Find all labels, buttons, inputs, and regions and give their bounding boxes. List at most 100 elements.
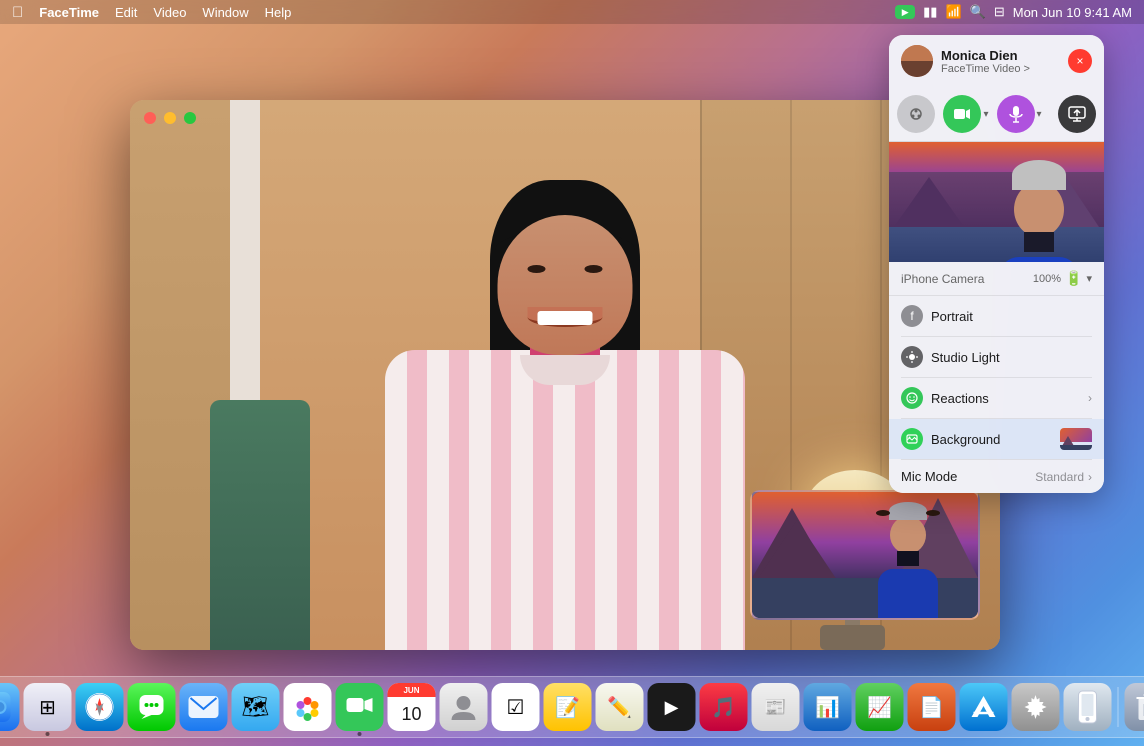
dock-icon-pages[interactable]: 📄 — [908, 683, 956, 731]
mic-mode-value: Standard — [1035, 470, 1084, 484]
studio-light-menu-item[interactable]: Studio Light — [889, 337, 1104, 377]
battery-percent: 100% — [1033, 273, 1061, 285]
screen-share-button[interactable] — [1058, 95, 1096, 133]
dock-icon-appletv[interactable]: ▶ — [648, 683, 696, 731]
reactions-icon — [901, 387, 923, 409]
video-button[interactable]: ▾ — [943, 95, 988, 133]
preview-person-body — [999, 257, 1079, 262]
facetime-window — [130, 100, 1000, 650]
background-item-left: Background — [901, 428, 1000, 450]
camera-section: iPhone Camera 100% 🔋 ▾ f Portrait — [889, 262, 1104, 493]
battery-icon-panel: 🔋 — [1065, 270, 1082, 287]
video-icon — [943, 95, 981, 133]
reactions-right: › — [1088, 391, 1092, 405]
dock-icon-iphone[interactable] — [1064, 683, 1112, 731]
dock-icon-maps[interactable]: 🗺 — [232, 683, 280, 731]
screen-share-icon — [1058, 95, 1096, 133]
dock-icon-freeform[interactable]: ✏️ — [596, 683, 644, 731]
mic-chevron: ▾ — [1037, 109, 1042, 120]
mic-mode-right: Standard › — [1035, 470, 1092, 484]
mic-mode-menu-item[interactable]: Mic Mode Standard › — [889, 460, 1104, 493]
dock-icon-numbers[interactable]: 📈 — [856, 683, 904, 731]
battery-icon: ▮▮ — [923, 4, 937, 20]
panel-video-preview — [889, 142, 1104, 262]
dock-icon-appstore[interactable] — [960, 683, 1008, 731]
background-label: Background — [931, 432, 1000, 447]
dock-icon-music[interactable]: 🎵 — [700, 683, 748, 731]
dock-icon-keynote[interactable]: 📊 — [804, 683, 852, 731]
dock-icon-notes[interactable]: 📝 — [544, 683, 592, 731]
menubar-video[interactable]: Video — [153, 5, 186, 20]
dock-icon-facetime[interactable] — [336, 683, 384, 731]
video-background — [130, 100, 1000, 650]
dock-icon-contacts[interactable] — [440, 683, 488, 731]
panel-avatar — [901, 45, 933, 77]
dock-icon-reminders[interactable]: ☑ — [492, 683, 540, 731]
reactions-chevron: › — [1088, 391, 1092, 405]
dock-icon-messages[interactable] — [128, 683, 176, 731]
facetime-running-dot — [358, 732, 362, 736]
dock-icon-photos[interactable] — [284, 683, 332, 731]
close-button[interactable] — [144, 112, 156, 124]
portrait-item-left: f Portrait — [901, 305, 973, 327]
camera-header: iPhone Camera 100% 🔋 ▾ — [889, 262, 1104, 296]
preview-person — [994, 152, 1084, 262]
dock-icon-trash[interactable] — [1125, 683, 1144, 731]
launchpad-running-dot — [46, 732, 50, 736]
menubar-window[interactable]: Window — [202, 5, 248, 20]
battery-indicator: 100% 🔋 ▾ — [1033, 270, 1092, 287]
window-traffic-lights — [144, 112, 196, 124]
apple-menu[interactable]:  — [12, 4, 23, 21]
menubar-right: ▶ ▮▮ 📶 🔍 ⊟ Mon Jun 10 9:41 AM — [895, 4, 1132, 20]
dock-icon-safari[interactable] — [76, 683, 124, 731]
mic-mode-item-left: Mic Mode — [901, 469, 957, 484]
menubar:  FaceTime Edit Video Window Help ▶ ▮▮ 📶… — [0, 0, 1144, 24]
menubar-help[interactable]: Help — [265, 5, 292, 20]
menubar-app-name[interactable]: FaceTime — [39, 5, 99, 20]
minimize-button[interactable] — [164, 112, 176, 124]
dock-icon-calendar[interactable]: JUN 10 — [388, 683, 436, 731]
panel-user: Monica Dien FaceTime Video > — [901, 45, 1030, 77]
effects-button[interactable] — [897, 95, 935, 133]
background-menu-item[interactable]: Background — [889, 419, 1104, 459]
small-person-scarf — [897, 551, 919, 566]
menubar-time: Mon Jun 10 9:41 AM — [1013, 5, 1132, 20]
bg-thumb-sky — [1060, 428, 1092, 442]
small-video-thumbnail — [750, 490, 980, 620]
dock-icon-finder[interactable] — [0, 683, 20, 731]
control-center-icon[interactable]: ⊟ — [994, 4, 1005, 20]
chair — [210, 400, 310, 650]
dock-icon-launchpad[interactable]: ⊞ — [24, 683, 72, 731]
dock-icon-settings[interactable] — [1012, 683, 1060, 731]
mic-icon — [997, 95, 1035, 133]
fullscreen-button[interactable] — [184, 112, 196, 124]
mic-button[interactable]: ▾ — [997, 95, 1042, 133]
small-person-head — [890, 516, 926, 554]
panel-close-button[interactable]: × — [1068, 49, 1092, 73]
panel-user-name: Monica Dien — [941, 48, 1030, 63]
small-person-hair — [889, 502, 927, 520]
panel-user-info: Monica Dien FaceTime Video > — [941, 48, 1030, 75]
dock: ⊞ 🗺 — [0, 676, 1144, 738]
dock-divider — [1118, 687, 1119, 727]
panel-header: Monica Dien FaceTime Video > × — [889, 35, 1104, 87]
battery-chevron: ▾ — [1086, 272, 1092, 285]
dock-icon-mail[interactable] — [180, 683, 228, 731]
menubar-edit[interactable]: Edit — [115, 5, 137, 20]
menubar-left:  FaceTime Edit Video Window Help — [12, 4, 291, 21]
background-thumbnail — [1060, 428, 1092, 450]
studio-light-icon — [901, 346, 923, 368]
reactions-item-left: Reactions — [901, 387, 989, 409]
facetime-status-icon: ▶ — [895, 5, 915, 19]
reactions-menu-item[interactable]: Reactions › — [889, 378, 1104, 418]
portrait-menu-item[interactable]: f Portrait — [889, 296, 1104, 336]
search-icon[interactable]: 🔍 — [970, 4, 986, 20]
preview-person-scarf — [1024, 232, 1054, 252]
main-person — [355, 170, 775, 650]
background-right — [1060, 428, 1092, 450]
bg-thumb-water — [1060, 445, 1092, 450]
dock-icon-news[interactable]: 📰 — [752, 683, 800, 731]
mic-mode-label: Mic Mode — [901, 469, 957, 484]
panel-user-subtitle: FaceTime Video > — [941, 63, 1030, 75]
portrait-label: Portrait — [931, 309, 973, 324]
